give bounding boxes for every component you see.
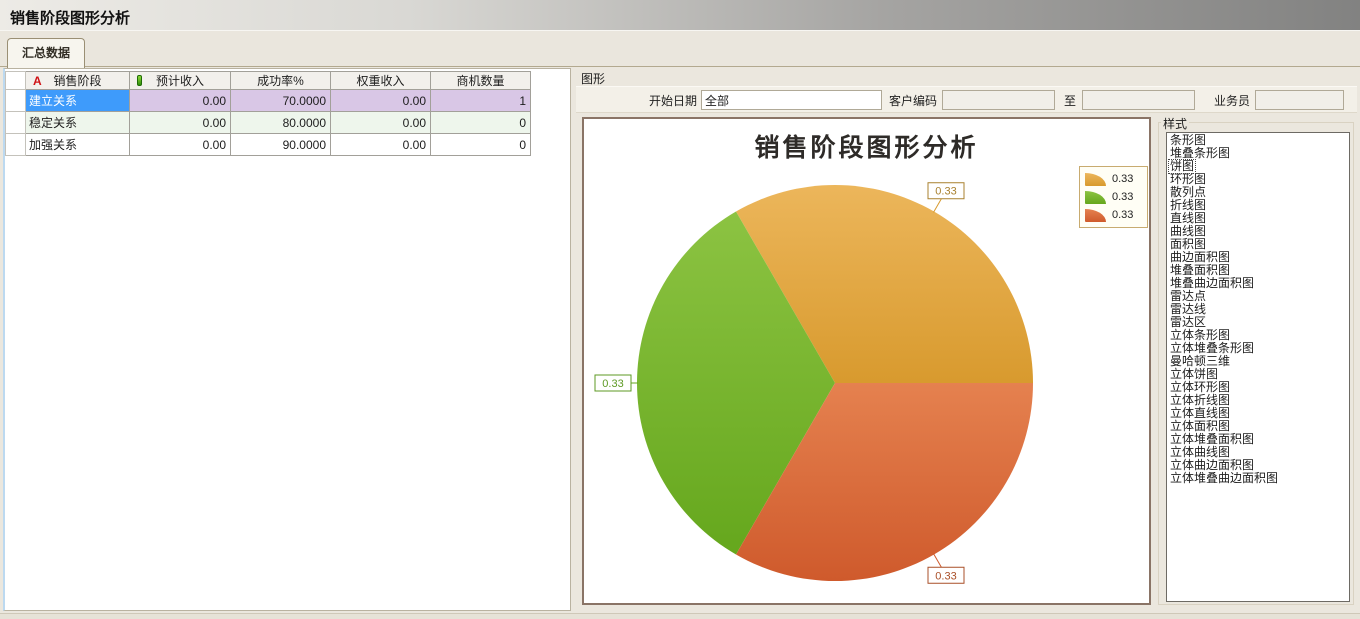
pie-chart: 0.33 0.33 0.33 (584, 119, 1149, 603)
column-header-weighted-income[interactable]: 权重收入 (331, 72, 431, 90)
row-indicator-header (6, 72, 26, 90)
table-cell[interactable]: 0.00 (130, 90, 231, 112)
legend-swatch-icon (1085, 191, 1106, 204)
salesman-input[interactable] (1255, 90, 1344, 110)
chart-legend: 0.33 0.33 0.33 (1079, 166, 1148, 228)
table-cell[interactable]: 1 (431, 90, 531, 112)
table-cell[interactable]: 0.00 (130, 112, 231, 134)
table-cell[interactable]: 建立关系 (26, 90, 130, 112)
start-date-label: 开始日期 (640, 92, 697, 109)
table-cell[interactable]: 90.0000 (231, 134, 331, 156)
table-cell[interactable]: 稳定关系 (26, 112, 130, 134)
legend-swatch-icon (1085, 173, 1106, 186)
table-cell[interactable]: 0 (431, 134, 531, 156)
style-list-item[interactable]: 立体堆叠曲边面积图 (1169, 472, 1279, 485)
chart-style-listbox[interactable]: 条形图堆叠条形图饼图环形图散列点折线图直线图曲线图面积图曲边面积图堆叠面积图堆叠… (1166, 132, 1350, 602)
value-bar-icon (137, 75, 142, 86)
summary-table-panel: A 销售阶段 预计收入 成功率% 权重收入 商机数量 建立关系0.0070.00… (3, 68, 571, 611)
table-cell[interactable]: 0.00 (331, 90, 431, 112)
start-date-input[interactable] (701, 90, 882, 110)
customer-code-to-input[interactable] (1082, 90, 1195, 110)
table-cell[interactable]: 加强关系 (26, 134, 130, 156)
legend-entry: 0.33 (1085, 188, 1142, 206)
sales-stage-table: A 销售阶段 预计收入 成功率% 权重收入 商机数量 建立关系0.0070.00… (5, 71, 531, 156)
table-cell[interactable]: 0 (431, 112, 531, 134)
legend-value: 0.33 (1112, 191, 1133, 203)
slice-label-value: 0.33 (935, 186, 956, 198)
column-header-stage[interactable]: A 销售阶段 (26, 72, 130, 90)
table-cell[interactable]: 0.00 (331, 134, 431, 156)
row-indicator[interactable] (6, 112, 26, 134)
column-header-success-rate[interactable]: 成功率% (231, 72, 331, 90)
legend-entry: 0.33 (1085, 170, 1142, 188)
page-title: 销售阶段图形分析 (10, 7, 130, 28)
salesman-label: 业务员 (1205, 92, 1250, 109)
to-label: 至 (1064, 92, 1079, 109)
customer-code-label: 客户编码 (880, 92, 937, 109)
slice-label-value: 0.33 (935, 570, 956, 582)
table-header-row: A 销售阶段 预计收入 成功率% 权重收入 商机数量 (6, 72, 531, 90)
table-cell[interactable]: 0.00 (130, 134, 231, 156)
row-indicator[interactable] (6, 134, 26, 156)
stage-table-body: 建立关系0.0070.00000.001稳定关系0.0080.00000.000… (6, 90, 531, 156)
legend-value: 0.33 (1112, 173, 1133, 185)
table-cell[interactable]: 70.0000 (231, 90, 331, 112)
tab-summary-data[interactable]: 汇总数据 (7, 38, 85, 68)
slice-label-value: 0.33 (602, 378, 623, 390)
table-row[interactable]: 稳定关系0.0080.00000.000 (6, 112, 531, 134)
table-row[interactable]: 建立关系0.0070.00000.001 (6, 90, 531, 112)
row-indicator[interactable] (6, 90, 26, 112)
legend-entry: 0.33 (1085, 206, 1142, 224)
sort-a-icon: A (33, 74, 42, 88)
legend-value: 0.33 (1112, 209, 1133, 221)
content-divider (0, 66, 1360, 67)
customer-code-input[interactable] (942, 90, 1055, 110)
style-group-label: 样式 (1161, 115, 1189, 132)
column-header-opportunity-count[interactable]: 商机数量 (431, 72, 531, 90)
window-title-bar: 销售阶段图形分析 (0, 0, 1360, 31)
graph-group-label: 图形 (581, 70, 605, 87)
status-bar (0, 613, 1360, 619)
column-header-expected-income[interactable]: 预计收入 (130, 72, 231, 90)
table-row[interactable]: 加强关系0.0090.00000.000 (6, 134, 531, 156)
table-cell[interactable]: 80.0000 (231, 112, 331, 134)
legend-swatch-icon (1085, 209, 1106, 222)
tab-strip: 汇总数据 (0, 31, 1360, 67)
table-cell[interactable]: 0.00 (331, 112, 431, 134)
pie-chart-area: 销售阶段图形分析 0.330.330.33 0.330.330.33 (582, 117, 1151, 605)
